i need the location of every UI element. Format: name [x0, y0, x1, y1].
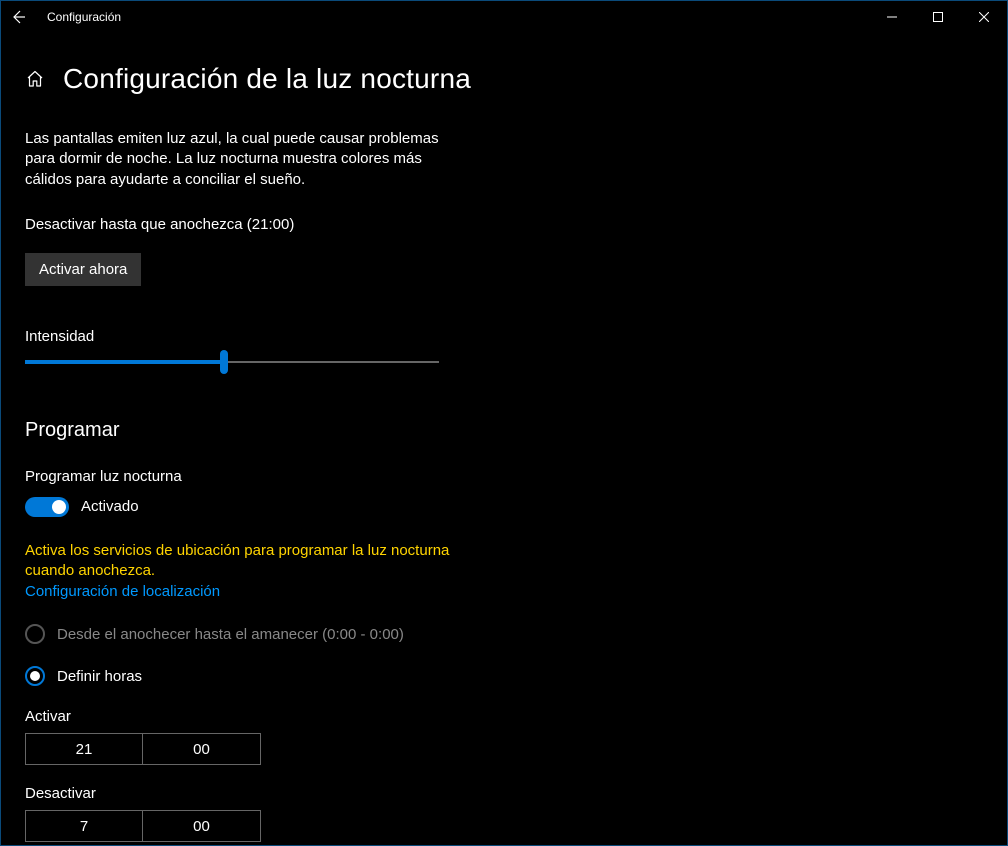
schedule-toggle[interactable]: [25, 497, 69, 517]
close-button[interactable]: [961, 1, 1007, 33]
minimize-button[interactable]: [869, 1, 915, 33]
deactivate-time-label: Desactivar: [25, 785, 983, 802]
schedule-toggle-label: Programar luz nocturna: [25, 468, 983, 485]
schedule-toggle-state: Activado: [81, 498, 139, 515]
activate-time-picker: 21 00: [25, 733, 983, 765]
activate-now-button[interactable]: Activar ahora: [25, 253, 141, 286]
intensity-slider[interactable]: [25, 357, 439, 359]
radio-set-hours[interactable]: [25, 666, 45, 686]
status-text: Desactivar hasta que anochezca (21:00): [25, 216, 983, 233]
home-icon[interactable]: [25, 69, 45, 89]
deactivate-time-picker: 7 00: [25, 810, 983, 842]
radio-sunset-sunrise: [25, 624, 45, 644]
location-warning: Activa los servicios de ubicación para p…: [25, 541, 455, 582]
intensity-label: Intensidad: [25, 328, 983, 345]
activate-minute-input[interactable]: 00: [143, 733, 261, 765]
titlebar-app-name: Configuración: [47, 10, 121, 24]
activate-hour-input[interactable]: 21: [25, 733, 143, 765]
activate-time-label: Activar: [25, 708, 983, 725]
maximize-button[interactable]: [915, 1, 961, 33]
page-description: Las pantallas emiten luz azul, la cual p…: [25, 129, 445, 190]
radio-set-hours-label: Definir horas: [57, 668, 142, 685]
deactivate-minute-input[interactable]: 00: [143, 810, 261, 842]
deactivate-hour-input[interactable]: 7: [25, 810, 143, 842]
titlebar: Configuración: [1, 1, 1007, 33]
radio-sunset-sunrise-label: Desde el anochecer hasta el amanecer (0:…: [57, 626, 404, 643]
page-title: Configuración de la luz nocturna: [63, 63, 471, 95]
schedule-heading: Programar: [25, 419, 983, 442]
location-settings-link[interactable]: Configuración de localización: [25, 583, 983, 600]
back-button[interactable]: [9, 8, 27, 26]
